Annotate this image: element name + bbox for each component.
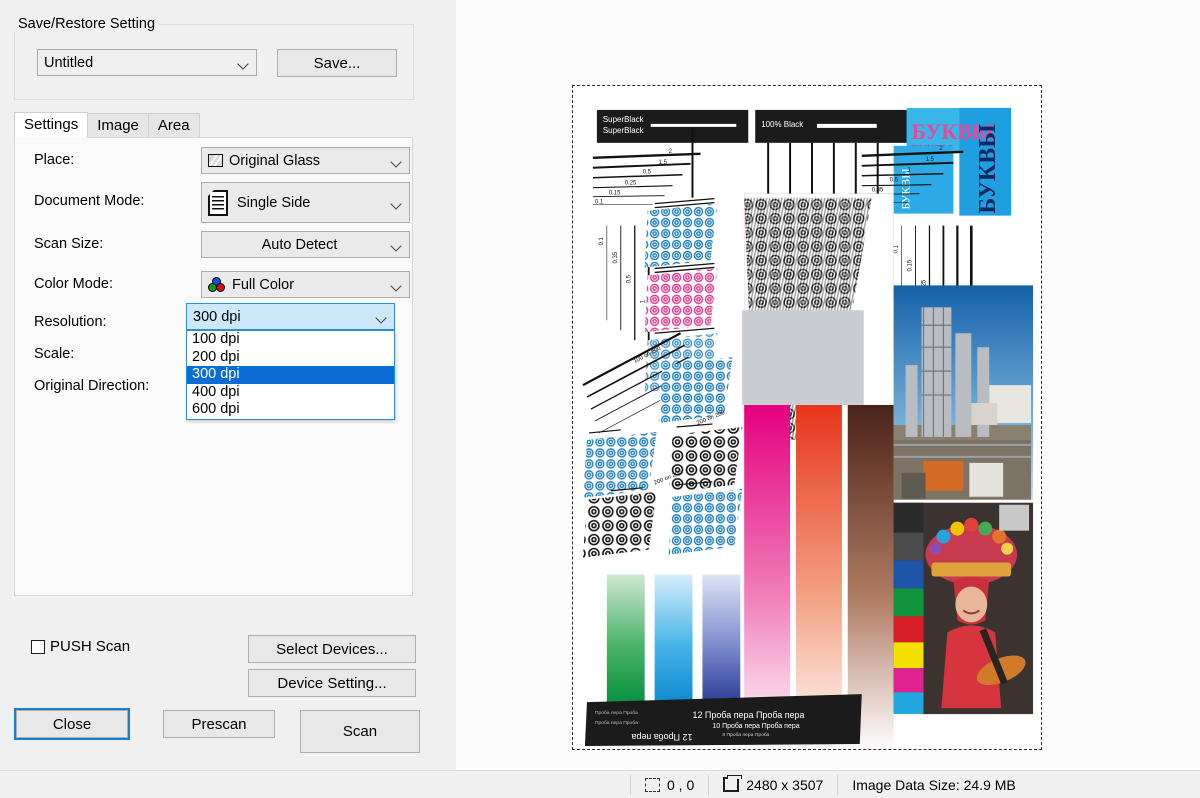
- rgb-circles-icon: [208, 276, 226, 293]
- row-scan-size: Scan Size: Auto Detect: [15, 230, 412, 264]
- svg-text:8 Проба пера Проба: 8 Проба пера Проба: [722, 732, 769, 738]
- svg-text:12 Проба пера Проба пера: 12 Проба пера Проба пера: [692, 710, 804, 720]
- color-mode-value: Full Color: [232, 276, 295, 293]
- svg-text:100% Black: 100% Black: [761, 120, 803, 129]
- save-restore-group-title: Save/Restore Setting: [14, 16, 160, 32]
- saved-setting-value: Untitled: [44, 54, 94, 71]
- scan-size-select[interactable]: Auto Detect: [201, 231, 410, 258]
- scan-test-chart-image: SuperBlack SuperBlack 100% Black БУКВЫ Б…: [573, 86, 1041, 749]
- tab-image[interactable]: Image: [87, 113, 149, 138]
- svg-text:12 Проба пера: 12 Проба пера: [631, 732, 692, 742]
- chevron-down-icon: [391, 239, 403, 251]
- resolution-option-600[interactable]: 600 dpi: [187, 401, 394, 419]
- svg-text:0.25: 0.25: [625, 181, 637, 187]
- resolution-option-100[interactable]: 100 dpi: [187, 331, 394, 349]
- scan-size-label: Scan Size:: [34, 236, 104, 252]
- svg-text:Проба пера Проба: Проба пера Проба: [595, 720, 638, 726]
- color-mode-label: Color Mode:: [34, 276, 113, 292]
- scanner-glass-icon: [208, 154, 223, 167]
- svg-text:1.5: 1.5: [659, 160, 668, 166]
- status-coordinates: 0 , 0: [631, 771, 708, 798]
- svg-text:0.1: 0.1: [595, 200, 604, 206]
- svg-text:10 Проба пера Проба пера: 10 Проба пера Проба пера: [712, 722, 799, 730]
- svg-text:0.1: 0.1: [894, 245, 900, 254]
- tab-bar: Settings Image Area: [14, 112, 200, 138]
- selection-rect-icon: [645, 777, 660, 792]
- svg-text:0.35: 0.35: [613, 251, 619, 263]
- save-button[interactable]: Save...: [277, 49, 397, 77]
- place-value: Original Glass: [229, 152, 321, 169]
- svg-text:SuperBlack: SuperBlack: [603, 115, 644, 124]
- document-mode-label: Document Mode:: [34, 193, 145, 209]
- original-direction-label: Original Direction:: [34, 378, 150, 394]
- resolution-value: 300 dpi: [193, 308, 241, 325]
- svg-text:Проба пера Проба: Проба пера Проба: [595, 710, 638, 716]
- chevron-down-icon: [238, 57, 250, 69]
- row-place: Place: Original Glass: [15, 146, 412, 180]
- dimensions-value: 2480 x 3507: [746, 776, 824, 793]
- svg-text:БУКВЫ: БУКВЫ: [975, 124, 1001, 214]
- chevron-down-icon: [376, 311, 388, 323]
- scan-size-value: Auto Detect: [261, 236, 338, 253]
- saved-setting-select[interactable]: Untitled: [37, 49, 257, 76]
- chevron-down-icon: [391, 155, 403, 167]
- tab-area[interactable]: Area: [147, 113, 200, 138]
- push-scan-checkbox[interactable]: [31, 639, 45, 654]
- scan-button[interactable]: Scan: [300, 710, 420, 753]
- scale-label: Scale:: [34, 346, 75, 362]
- row-document-mode: Document Mode: Single Side: [15, 182, 412, 226]
- svg-text:0.5: 0.5: [643, 170, 652, 176]
- svg-text:0.5: 0.5: [627, 274, 633, 283]
- prescan-button[interactable]: Prescan: [163, 710, 275, 738]
- svg-text:SuperBlack: SuperBlack: [603, 126, 644, 135]
- status-bar: 0 , 0 2480 x 3507 Image Data Size: 24.9 …: [0, 770, 1200, 798]
- scan-preview-selection[interactable]: SuperBlack SuperBlack 100% Black БУКВЫ Б…: [572, 85, 1042, 750]
- coordinates-value: 0 , 0: [667, 776, 695, 793]
- device-setting-button[interactable]: Device Setting...: [248, 669, 416, 697]
- resolution-dropdown-list[interactable]: 100 dpi 200 dpi 300 dpi 400 dpi 600 dpi: [186, 330, 395, 420]
- chevron-down-icon: [391, 197, 403, 209]
- resolution-option-400[interactable]: 400 dpi: [187, 384, 394, 402]
- resolution-option-200[interactable]: 200 dpi: [187, 349, 394, 367]
- place-label: Place:: [34, 152, 75, 168]
- select-devices-button[interactable]: Select Devices...: [248, 635, 416, 663]
- svg-text:0.1: 0.1: [599, 237, 605, 246]
- push-scan-row[interactable]: PUSH Scan: [31, 638, 130, 655]
- tab-settings[interactable]: Settings: [14, 112, 89, 138]
- row-color-mode: Color Mode: Full Color: [15, 270, 412, 304]
- status-dimensions: 2480 x 3507: [709, 771, 837, 798]
- resolution-select[interactable]: 300 dpi: [186, 303, 395, 330]
- color-mode-select[interactable]: Full Color: [201, 271, 410, 298]
- document-mode-value: Single Side: [237, 194, 311, 211]
- data-size-value: Image Data Size: 24.9 MB: [852, 776, 1016, 793]
- close-button[interactable]: Close: [14, 708, 130, 740]
- status-data-size: Image Data Size: 24.9 MB: [838, 771, 1029, 798]
- resolution-label: Resolution:: [34, 314, 107, 330]
- svg-text:0.5: 0.5: [890, 178, 899, 184]
- document-page-icon: [208, 189, 228, 216]
- svg-text:0.15: 0.15: [908, 259, 914, 271]
- image-size-icon: [723, 775, 743, 792]
- scanner-driver-window: ? i Save/Restore Setting Untitled Save..…: [0, 0, 1200, 798]
- push-scan-label: PUSH Scan: [50, 638, 131, 655]
- chevron-down-icon: [391, 279, 403, 291]
- svg-text:1.5: 1.5: [925, 157, 934, 163]
- document-mode-select[interactable]: Single Side: [201, 182, 410, 223]
- preview-pane: SuperBlack SuperBlack 100% Black БУКВЫ Б…: [456, 0, 1200, 770]
- place-select[interactable]: Original Glass: [201, 147, 410, 174]
- svg-text:0.15: 0.15: [609, 191, 621, 197]
- resolution-option-300[interactable]: 300 dpi: [187, 366, 394, 384]
